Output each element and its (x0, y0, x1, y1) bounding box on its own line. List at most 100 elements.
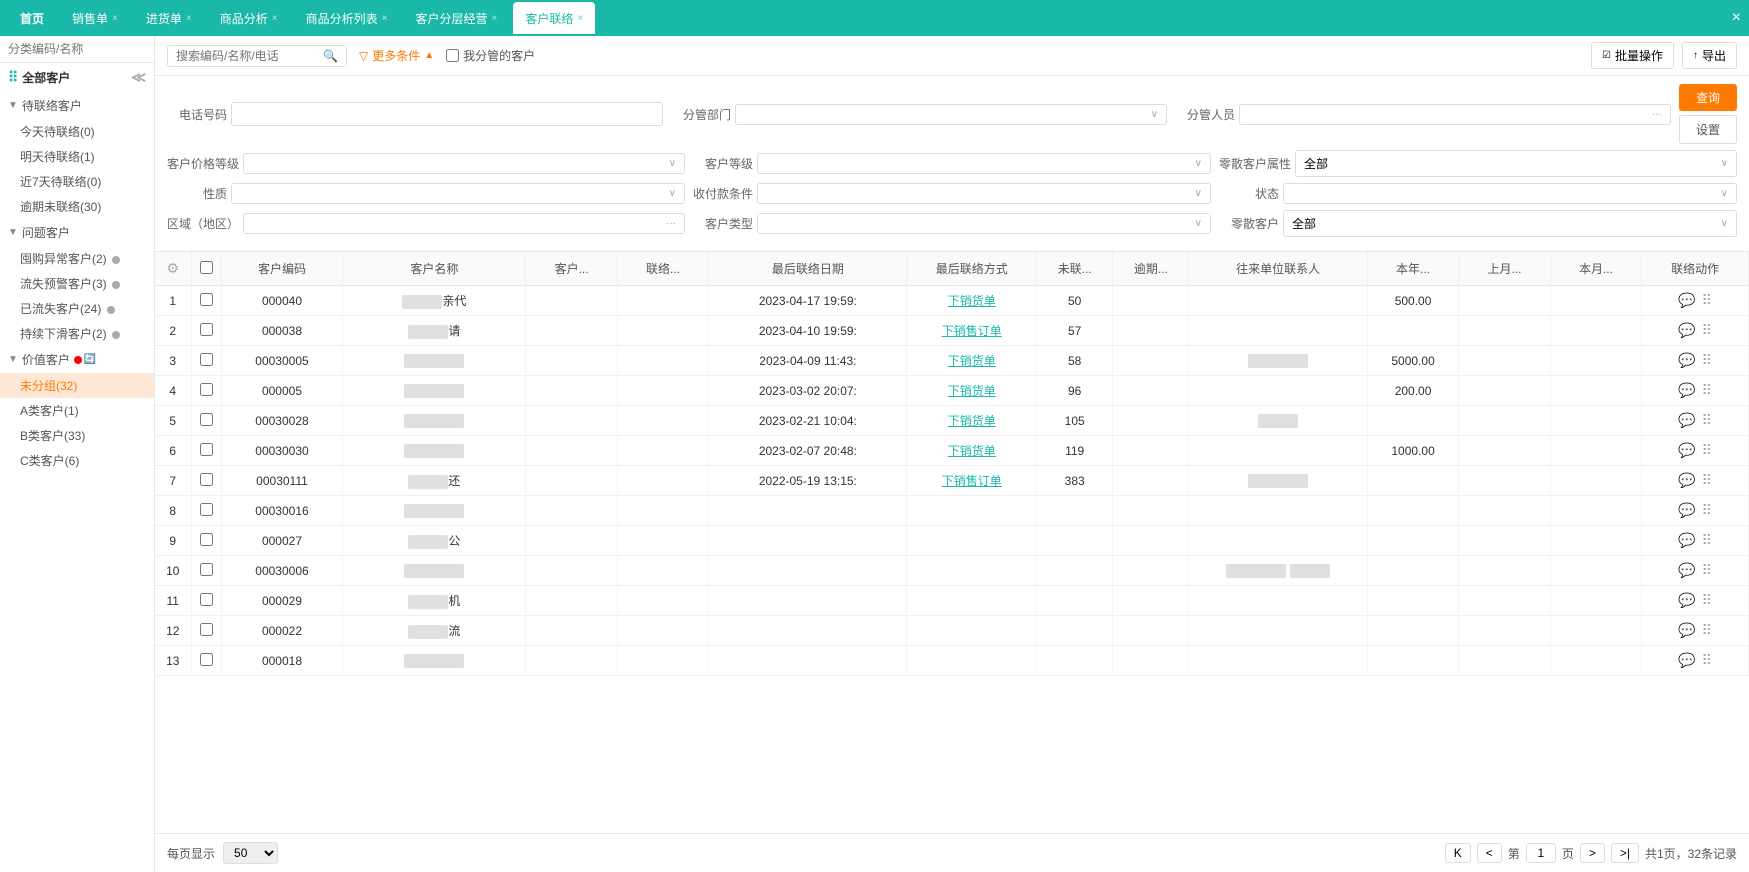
contact-chat-icon[interactable]: 💬 (1678, 622, 1695, 639)
contact-more-icon[interactable]: ⠿ (1702, 472, 1712, 489)
row-checkbox[interactable] (200, 383, 213, 396)
filter-retail-attr-select[interactable]: 全部 ∨ (1295, 150, 1737, 177)
filter-customer-level-select[interactable]: ∨ (757, 153, 1211, 174)
filter-retail-customer-select[interactable]: 全部 ∨ (1283, 210, 1737, 237)
sidebar-pending-group[interactable]: ▼ 待联络客户 (0, 92, 154, 119)
row-checkbox[interactable] (200, 563, 213, 576)
close-product-analysis-list-icon[interactable]: × (382, 13, 388, 24)
contact-chat-icon[interactable]: 💬 (1678, 502, 1695, 519)
contact-more-icon[interactable]: ⠿ (1702, 562, 1712, 579)
cell-check[interactable] (191, 406, 221, 436)
sidebar-item-ungroup[interactable]: 未分组(32) (0, 373, 154, 398)
sidebar-search-input[interactable] (8, 42, 155, 56)
filter-manager-select[interactable]: ··· (1239, 104, 1671, 125)
close-customer-segment-icon[interactable]: × (491, 13, 497, 24)
contact-more-icon[interactable]: ⠿ (1702, 652, 1712, 669)
sidebar-problem-group[interactable]: ▼ 问题客户 (0, 219, 154, 246)
cell-check[interactable] (191, 346, 221, 376)
filter-search-box[interactable]: 🔍 (167, 45, 347, 67)
filter-search-input[interactable] (176, 49, 319, 63)
cell-check[interactable] (191, 436, 221, 466)
sidebar-item-overdue-pending[interactable]: 逾期未联络(30) (0, 194, 154, 219)
batch-op-button[interactable]: ☑ 批量操作 (1591, 42, 1674, 69)
contact-chat-icon[interactable]: 💬 (1678, 442, 1695, 459)
per-page-select[interactable]: 50 20 100 (223, 842, 278, 864)
sidebar-item-today-pending[interactable]: 今天待联络(0) (0, 119, 154, 144)
filter-my-customers[interactable]: 我分管的客户 (446, 47, 535, 64)
contact-more-icon[interactable]: ⠿ (1702, 442, 1712, 459)
query-button[interactable]: 查询 (1679, 84, 1737, 111)
row-checkbox[interactable] (200, 353, 213, 366)
contact-more-icon[interactable]: ⠿ (1702, 322, 1712, 339)
contact-chat-icon[interactable]: 💬 (1678, 562, 1695, 579)
close-all-tabs-icon[interactable]: × (1732, 9, 1741, 27)
contact-chat-icon[interactable]: 💬 (1678, 472, 1695, 489)
nav-tab-customer-segment[interactable]: 客户分层经营 × (403, 2, 509, 34)
last-page-button[interactable]: >| (1611, 843, 1639, 863)
col-header-check[interactable] (191, 252, 221, 286)
cell-check[interactable] (191, 286, 221, 316)
cell-check[interactable] (191, 466, 221, 496)
filter-customer-type-select[interactable]: ∨ (757, 213, 1211, 234)
my-customers-checkbox[interactable] (446, 49, 459, 62)
sidebar-item-tomorrow-pending[interactable]: 明天待联络(1) (0, 144, 154, 169)
contact-more-icon[interactable]: ⠿ (1702, 592, 1712, 609)
sidebar-valuation-group[interactable]: ▼ 价值客户 🔄 (0, 346, 154, 373)
page-number-input[interactable] (1526, 843, 1556, 863)
sidebar-item-class-c[interactable]: C类客户(6) (0, 448, 154, 473)
contact-more-icon[interactable]: ⠿ (1702, 292, 1712, 309)
nav-tab-customer-contact[interactable]: 客户联络 × (513, 2, 595, 34)
sidebar-item-abnormal[interactable]: 囤购异常客户(2) (0, 246, 154, 271)
contact-chat-icon[interactable]: 💬 (1678, 532, 1695, 549)
sidebar-item-churned[interactable]: 已流失客户(24) (0, 296, 154, 321)
nav-tab-product-analysis-list[interactable]: 商品分析列表 × (294, 2, 400, 34)
row-checkbox[interactable] (200, 443, 213, 456)
nav-tab-product-analysis[interactable]: 商品分析 × (208, 2, 290, 34)
row-checkbox[interactable] (200, 503, 213, 516)
row-checkbox[interactable] (200, 293, 213, 306)
last-method-link[interactable]: 下销货单 (948, 444, 996, 458)
contact-more-icon[interactable]: ⠿ (1702, 502, 1712, 519)
filter-dept-select[interactable]: ∨ (735, 104, 1167, 125)
last-method-link[interactable]: 下销售订单 (942, 474, 1002, 488)
last-method-link[interactable]: 下销货单 (948, 414, 996, 428)
sidebar-item-class-b[interactable]: B类客户(33) (0, 423, 154, 448)
sidebar-collapse-icon[interactable]: ≪ (131, 69, 146, 86)
select-all-checkbox[interactable] (200, 261, 213, 274)
sidebar-item-declining[interactable]: 持续下滑客户(2) (0, 321, 154, 346)
cell-check[interactable] (191, 316, 221, 346)
contact-more-icon[interactable]: ⠿ (1702, 532, 1712, 549)
nav-tab-purchase[interactable]: 进货单 × (134, 2, 204, 34)
close-customer-contact-icon[interactable]: × (577, 13, 583, 24)
cell-check[interactable] (191, 586, 221, 616)
sidebar-search-bar[interactable]: 🔍 (0, 36, 154, 63)
next-page-button[interactable]: > (1580, 843, 1605, 863)
contact-chat-icon[interactable]: 💬 (1678, 592, 1695, 609)
sidebar-item-class-a[interactable]: A类客户(1) (0, 398, 154, 423)
contact-chat-icon[interactable]: 💬 (1678, 322, 1695, 339)
sidebar-item-churn-warning[interactable]: 流失预警客户(3) (0, 271, 154, 296)
contact-more-icon[interactable]: ⠿ (1702, 382, 1712, 399)
cell-check[interactable] (191, 556, 221, 586)
close-product-analysis-icon[interactable]: × (272, 13, 278, 24)
row-checkbox[interactable] (200, 593, 213, 606)
sidebar-all-customers[interactable]: ⠿ 全部客户 ≪ (0, 63, 154, 92)
reset-button[interactable]: 设置 (1679, 115, 1737, 144)
contact-chat-icon[interactable]: 💬 (1678, 652, 1695, 669)
filter-phone-input[interactable] (231, 102, 663, 126)
filter-status-select[interactable]: ∨ (1283, 183, 1737, 204)
nav-tab-sales[interactable]: 销售单 × (60, 2, 130, 34)
filter-region-select[interactable]: ··· (243, 213, 685, 234)
contact-chat-icon[interactable]: 💬 (1678, 412, 1695, 429)
last-method-link[interactable]: 下销货单 (948, 354, 996, 368)
last-method-link[interactable]: 下销货单 (948, 384, 996, 398)
first-page-button[interactable]: K (1445, 843, 1471, 863)
cell-check[interactable] (191, 496, 221, 526)
last-method-link[interactable]: 下销售订单 (942, 324, 1002, 338)
prev-page-button[interactable]: < (1477, 843, 1502, 863)
contact-chat-icon[interactable]: 💬 (1678, 352, 1695, 369)
settings-icon[interactable]: ⚙ (166, 260, 179, 276)
nav-tab-home[interactable]: 首页 (8, 2, 56, 34)
cell-check[interactable] (191, 616, 221, 646)
contact-more-icon[interactable]: ⠿ (1702, 412, 1712, 429)
